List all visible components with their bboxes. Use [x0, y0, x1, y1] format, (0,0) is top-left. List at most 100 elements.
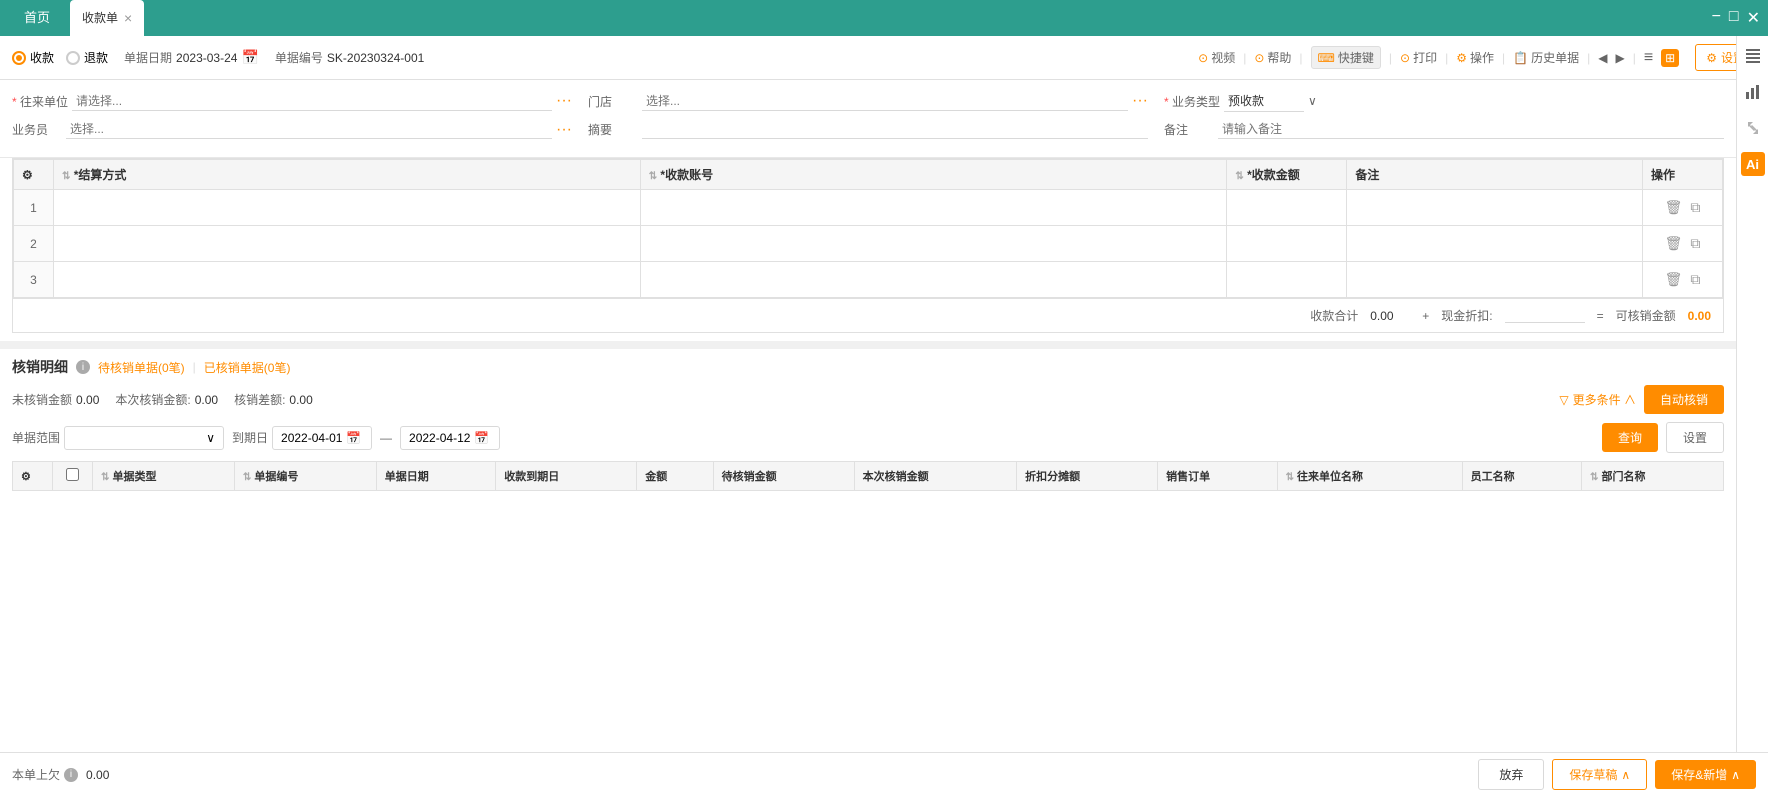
detail-table-header: ⚙ ⇅ *结算方式 ⇅ *收款账号 ⇅ *收款金额 备注: [14, 160, 1723, 190]
action-help[interactable]: ⊙ 帮助: [1254, 49, 1291, 66]
row-1-account[interactable]: [640, 190, 1227, 226]
biz-type-arrow: ∨: [1308, 94, 1317, 108]
row-3-settlement[interactable]: [54, 262, 641, 298]
nav-next-icon[interactable]: ▶: [1615, 51, 1624, 65]
biz-type-select[interactable]: 预收款 ∨: [1224, 90, 1724, 112]
remark-input[interactable]: [1218, 120, 1724, 139]
verify-col-discount: 折扣分摊额: [1017, 462, 1158, 491]
salesperson-more-icon[interactable]: ···: [556, 121, 572, 139]
save-draft-arrow-icon[interactable]: ∧: [1621, 768, 1630, 782]
col-gear[interactable]: ⚙: [14, 160, 54, 190]
row-2-amount[interactable]: [1227, 226, 1347, 262]
sidebar-link-icon[interactable]: [1741, 116, 1765, 140]
view-list-icon[interactable]: ≡: [1644, 49, 1653, 67]
store-more-icon[interactable]: ···: [1132, 92, 1148, 110]
row-1-delete-icon[interactable]: 🗑: [1665, 199, 1683, 216]
window-max-icon[interactable]: □: [1729, 8, 1739, 28]
calendar-icon[interactable]: 📅: [241, 49, 258, 66]
abandon-button[interactable]: 放弃: [1478, 759, 1544, 790]
row-1-copy-icon[interactable]: ⧉: [1690, 199, 1700, 216]
row-1-number: 1: [14, 190, 54, 226]
customer-input[interactable]: [72, 92, 552, 111]
tab-home[interactable]: 首页: [8, 0, 66, 36]
filter-right: 查询 设置: [1602, 422, 1724, 453]
date-from[interactable]: 2022-04-01 📅: [272, 426, 372, 450]
date-to-value: 2022-04-12: [409, 431, 470, 445]
action-video-label: 视频: [1211, 49, 1235, 66]
action-history[interactable]: 📋 历史单据: [1513, 49, 1579, 66]
verify-col-customer: ⇅ 往来单位名称: [1277, 462, 1462, 491]
action-shortcut-label: 快捷键: [1338, 49, 1374, 66]
action-operate[interactable]: ⚙ 操作: [1456, 49, 1494, 66]
verify-info-icon[interactable]: i: [76, 360, 90, 374]
verify-col-dept: ⇅ 部门名称: [1582, 462, 1724, 491]
row-3-number: 3: [14, 262, 54, 298]
row-2-settlement[interactable]: [54, 226, 641, 262]
row-2-account[interactable]: [640, 226, 1227, 262]
radio-receipt[interactable]: 收款: [12, 49, 54, 66]
form-row-2: 业务员 ··· 摘要 备注: [12, 120, 1724, 139]
action-video[interactable]: ⊙ 视频: [1198, 49, 1235, 66]
row-1-amount[interactable]: [1227, 190, 1347, 226]
table-row: 2 🗑 ⧉: [14, 226, 1723, 262]
row-1-action: 🗑 ⧉: [1643, 190, 1723, 226]
salesperson-input[interactable]: [66, 120, 552, 139]
verify-tab-pending[interactable]: 待核销单据(0笔): [98, 359, 185, 376]
verify-col-gear[interactable]: ⚙: [13, 462, 53, 491]
store-input[interactable]: [642, 92, 1128, 111]
save-draft-button[interactable]: 保存草稿 ∧: [1552, 759, 1647, 790]
nav-prev-icon[interactable]: ◀: [1598, 51, 1607, 65]
verifiable-value: 0.00: [1688, 309, 1711, 323]
action-print[interactable]: ⊙ 打印: [1400, 49, 1437, 66]
row-1-settlement[interactable]: [54, 190, 641, 226]
sidebar-ai-icon[interactable]: Ai: [1741, 152, 1765, 176]
row-2-copy-icon[interactable]: ⧉: [1690, 235, 1700, 252]
action-shortcut[interactable]: ⌨ 快捷键: [1311, 46, 1381, 69]
range-select[interactable]: ∨: [64, 426, 224, 450]
verify-section: 核销明细 i 待核销单据(0笔) | 已核销单据(0笔) 未核销金额 0.00: [0, 349, 1736, 499]
bottom-actions: 放弃 保存草稿 ∧ 保存&新增 ∧: [1478, 759, 1756, 790]
row-3-remark[interactable]: [1347, 262, 1643, 298]
this-order-info-icon[interactable]: i: [64, 768, 78, 782]
sidebar-table-icon[interactable]: [1741, 44, 1765, 68]
auto-verify-button[interactable]: 自动核销: [1644, 385, 1724, 414]
verify-settings-button[interactable]: 设置: [1666, 422, 1724, 453]
customer-more-icon[interactable]: ···: [556, 92, 572, 110]
summary-field: 摘要: [588, 120, 1148, 139]
remark-label: 备注: [1164, 121, 1214, 138]
verify-col-checkbox[interactable]: [53, 462, 93, 491]
due-date-label: 到期日: [232, 429, 268, 446]
row-3-copy-icon[interactable]: ⧉: [1690, 271, 1700, 288]
discount-input[interactable]: [1505, 308, 1585, 323]
query-button[interactable]: 查询: [1602, 423, 1658, 452]
sidebar-chart-icon[interactable]: [1741, 80, 1765, 104]
detail-table: ⚙ ⇅ *结算方式 ⇅ *收款账号 ⇅ *收款金额 备注: [13, 159, 1723, 298]
view-grid-icon[interactable]: ⊞: [1661, 49, 1679, 67]
verify-table-header: ⚙ ⇅ 单据类型 ⇅ 单据编号 单据日期 收款到期日 金额 待核销金额: [13, 462, 1724, 491]
tab-close-icon[interactable]: ×: [124, 0, 132, 36]
tab-active[interactable]: 收款单 ×: [70, 0, 144, 36]
date-to[interactable]: 2022-04-12 📅: [400, 426, 500, 450]
action-history-label: 历史单据: [1531, 49, 1579, 66]
select-all-checkbox[interactable]: [66, 468, 79, 481]
number-field: 单据编号 SK-20230324-001: [275, 49, 424, 66]
row-2-remark[interactable]: [1347, 226, 1643, 262]
summary-input[interactable]: [642, 120, 1148, 139]
radio-refund[interactable]: 退款: [66, 49, 108, 66]
stat-diff: 核销差额: 0.00: [234, 391, 313, 408]
range-label: 单据范围: [12, 429, 60, 446]
verify-tab-done[interactable]: 已核销单据(0笔): [204, 359, 291, 376]
window-close-icon[interactable]: ✕: [1747, 8, 1760, 28]
verifiable-label: 可核销金额: [1616, 307, 1676, 324]
row-3-delete-icon[interactable]: 🗑: [1665, 271, 1683, 288]
save-new-button[interactable]: 保存&新增 ∧: [1655, 760, 1756, 789]
row-2-delete-icon[interactable]: 🗑: [1665, 235, 1683, 252]
more-conditions-btn[interactable]: ▽ 更多条件 ∧: [1559, 391, 1636, 408]
row-1-remark[interactable]: [1347, 190, 1643, 226]
save-new-arrow-icon[interactable]: ∧: [1731, 768, 1740, 782]
window-min-icon[interactable]: −: [1712, 8, 1721, 28]
row-3-amount[interactable]: [1227, 262, 1347, 298]
row-3-account[interactable]: [640, 262, 1227, 298]
plus-label: +: [1422, 309, 1429, 323]
filter-left: 单据范围 ∨ 到期日 2022-04-01 📅: [12, 426, 500, 450]
